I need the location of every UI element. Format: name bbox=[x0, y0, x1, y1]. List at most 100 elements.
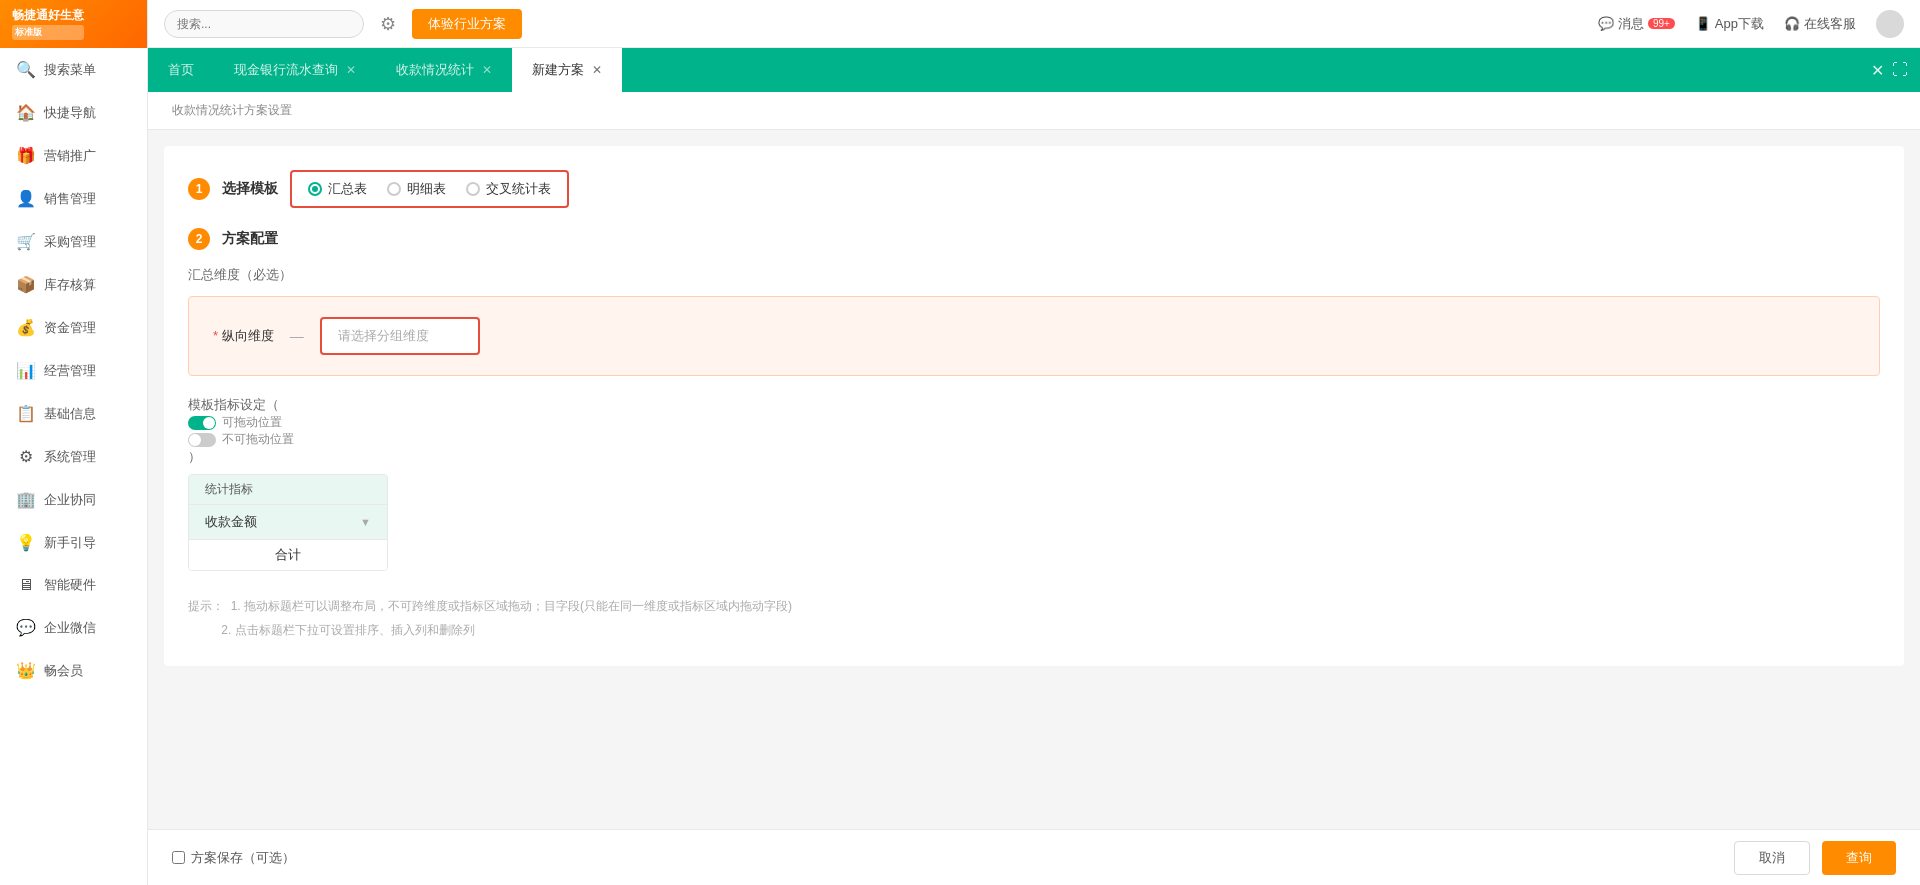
indicator-settings-header: 模板指标设定（ 可拖动位置 不可拖动位置 ） bbox=[188, 396, 1880, 466]
radio-detail-dot bbox=[387, 182, 401, 196]
user-icon: 👤 bbox=[16, 189, 36, 208]
download-btn[interactable]: 📱 App下载 bbox=[1695, 15, 1764, 33]
tab-payment-stats-label: 收款情况统计 bbox=[396, 61, 474, 79]
indicator-amount-label: 收款金额 bbox=[205, 513, 257, 531]
tab-new-plan-label: 新建方案 bbox=[532, 61, 584, 79]
indicator-table: 统计指标 收款金额 ▼ 合计 bbox=[188, 474, 388, 571]
cancel-button[interactable]: 取消 bbox=[1734, 841, 1810, 875]
dimension-select[interactable]: 请选择分组维度 bbox=[320, 317, 480, 355]
tab-payment-stats[interactable]: 收款情况统计 ✕ bbox=[376, 48, 512, 92]
sidebar-item-label: 智能硬件 bbox=[44, 576, 96, 594]
draggable-label: 可拖动位置 bbox=[222, 414, 282, 431]
form-panel: 1 选择模板 汇总表 明细表 交叉统计表 bbox=[164, 146, 1904, 666]
radio-summary[interactable]: 汇总表 bbox=[308, 180, 367, 198]
sidebar-item-label: 企业微信 bbox=[44, 619, 96, 637]
dimension-row: * 纵向维度 — 请选择分组维度 bbox=[213, 317, 1855, 355]
sidebar-item-label: 销售管理 bbox=[44, 190, 96, 208]
message-label: 消息 bbox=[1618, 15, 1644, 33]
sidebar: 畅捷通好生意 标准版 🔍 搜索菜单 🏠 快捷导航 🎁 营销推广 👤 销售管理 🛒… bbox=[0, 0, 148, 885]
sidebar-item-search[interactable]: 🔍 搜索菜单 bbox=[0, 48, 147, 91]
download-label: App下载 bbox=[1715, 15, 1764, 33]
sidebar-item-purchase[interactable]: 🛒 采购管理 bbox=[0, 220, 147, 263]
support-icon: 🎧 bbox=[1784, 16, 1800, 31]
draggable-toggle[interactable] bbox=[188, 416, 216, 430]
non-draggable-toggle-label: 不可拖动位置 bbox=[188, 431, 294, 448]
tab-bank-flow[interactable]: 现金银行流水查询 ✕ bbox=[214, 48, 376, 92]
radio-detail[interactable]: 明细表 bbox=[387, 180, 446, 198]
dimension-area: * 纵向维度 — 请选择分组维度 bbox=[188, 296, 1880, 376]
home-icon: 🏠 bbox=[16, 103, 36, 122]
chart-icon: 📊 bbox=[16, 361, 36, 380]
sidebar-item-inventory[interactable]: 📦 库存核算 bbox=[0, 263, 147, 306]
cart-icon: 🛒 bbox=[16, 232, 36, 251]
user-avatar[interactable] bbox=[1876, 10, 1904, 38]
tab-new-plan[interactable]: 新建方案 ✕ bbox=[512, 48, 622, 92]
app-logo: 畅捷通好生意 标准版 bbox=[0, 0, 147, 48]
sidebar-item-label: 基础信息 bbox=[44, 405, 96, 423]
step2-header: 2 方案配置 bbox=[188, 228, 1880, 250]
step1-number: 1 bbox=[188, 178, 210, 200]
sidebar-item-quick-nav[interactable]: 🏠 快捷导航 bbox=[0, 91, 147, 134]
download-icon: 📱 bbox=[1695, 16, 1711, 31]
non-draggable-toggle[interactable] bbox=[188, 433, 216, 447]
support-label: 在线客服 bbox=[1804, 15, 1856, 33]
sidebar-item-operations[interactable]: 📊 经营管理 bbox=[0, 349, 147, 392]
search-input[interactable] bbox=[164, 10, 364, 38]
radio-summary-label: 汇总表 bbox=[328, 180, 367, 198]
industry-btn[interactable]: 体验行业方案 bbox=[412, 9, 522, 39]
tab-bank-flow-close[interactable]: ✕ bbox=[346, 63, 356, 77]
sidebar-item-marketing[interactable]: 🎁 营销推广 bbox=[0, 134, 147, 177]
radio-cross-label: 交叉统计表 bbox=[486, 180, 551, 198]
sidebar-item-label: 系统管理 bbox=[44, 448, 96, 466]
settings-icon[interactable]: ⚙ bbox=[380, 13, 396, 35]
step1-header: 1 选择模板 汇总表 明细表 交叉统计表 bbox=[188, 170, 1880, 208]
query-button[interactable]: 查询 bbox=[1822, 841, 1896, 875]
clipboard-icon: 📋 bbox=[16, 404, 36, 423]
indicator-table-header: 统计指标 bbox=[189, 475, 387, 505]
template-radio-group: 汇总表 明细表 交叉统计表 bbox=[290, 170, 569, 208]
save-checkbox[interactable] bbox=[172, 851, 185, 864]
support-btn[interactable]: 🎧 在线客服 bbox=[1784, 15, 1856, 33]
gear-icon: ⚙ bbox=[16, 447, 36, 466]
bulb-icon: 💡 bbox=[16, 533, 36, 552]
sidebar-item-sales[interactable]: 👤 销售管理 bbox=[0, 177, 147, 220]
footer: 方案保存（可选） 取消 查询 bbox=[148, 829, 1920, 885]
building-icon: 🏢 bbox=[16, 490, 36, 509]
tab-new-plan-close[interactable]: ✕ bbox=[592, 63, 602, 77]
message-btn[interactable]: 💬 消息 99+ bbox=[1598, 15, 1675, 33]
sidebar-item-label: 畅会员 bbox=[44, 662, 83, 680]
tab-payment-stats-close[interactable]: ✕ bbox=[482, 63, 492, 77]
chat-icon: 💬 bbox=[16, 618, 36, 637]
indicator-table-cell-amount[interactable]: 收款金额 ▼ bbox=[189, 505, 387, 539]
maximize-btn[interactable]: ⛶ bbox=[1892, 61, 1908, 79]
sidebar-item-wechat[interactable]: 💬 企业微信 bbox=[0, 606, 147, 649]
tab-home[interactable]: 首页 bbox=[148, 48, 214, 92]
sidebar-item-label: 经营管理 bbox=[44, 362, 96, 380]
step2-title: 方案配置 bbox=[222, 230, 278, 248]
draggable-toggle-label: 可拖动位置 bbox=[188, 414, 294, 431]
step1-section: 1 选择模板 汇总表 明细表 交叉统计表 bbox=[188, 170, 1880, 208]
sidebar-item-hardware[interactable]: 🖥 智能硬件 bbox=[0, 564, 147, 606]
close-window-btn[interactable]: ✕ bbox=[1871, 61, 1884, 80]
sidebar-item-label: 企业协同 bbox=[44, 491, 96, 509]
tip-2: 2. 点击标题栏下拉可设置排序、插入列和删除列 bbox=[188, 618, 1880, 642]
sidebar-item-system[interactable]: ⚙ 系统管理 bbox=[0, 435, 147, 478]
sidebar-item-vip[interactable]: 👑 畅会员 bbox=[0, 649, 147, 692]
sidebar-item-label: 快捷导航 bbox=[44, 104, 96, 122]
tabbar-actions: ✕ ⛶ bbox=[1871, 61, 1920, 80]
app-name: 畅捷通好生意 bbox=[12, 8, 84, 22]
chevron-down-icon: ▼ bbox=[360, 516, 371, 528]
app-badge: 标准版 bbox=[12, 25, 84, 40]
tip-1: 提示： 1. 拖动标题栏可以调整布局，不可跨维度或指标区域拖动；目字段(只能在同… bbox=[188, 594, 1880, 618]
box-icon: 📦 bbox=[16, 275, 36, 294]
sidebar-item-enterprise[interactable]: 🏢 企业协同 bbox=[0, 478, 147, 521]
radio-cross[interactable]: 交叉统计表 bbox=[466, 180, 551, 198]
main-area: ⚙ 体验行业方案 💬 消息 99+ 📱 App下载 🎧 在线客服 首页 现金银行… bbox=[148, 0, 1920, 885]
sidebar-item-basic-info[interactable]: 📋 基础信息 bbox=[0, 392, 147, 435]
sidebar-item-guide[interactable]: 💡 新手引导 bbox=[0, 521, 147, 564]
save-checkbox-label: 方案保存（可选） bbox=[191, 849, 295, 867]
sidebar-item-finance[interactable]: 💰 资金管理 bbox=[0, 306, 147, 349]
topbar-right: 💬 消息 99+ 📱 App下载 🎧 在线客服 bbox=[1598, 10, 1904, 38]
sidebar-item-label: 营销推广 bbox=[44, 147, 96, 165]
indicator-table-row-total: 合计 bbox=[189, 539, 387, 570]
